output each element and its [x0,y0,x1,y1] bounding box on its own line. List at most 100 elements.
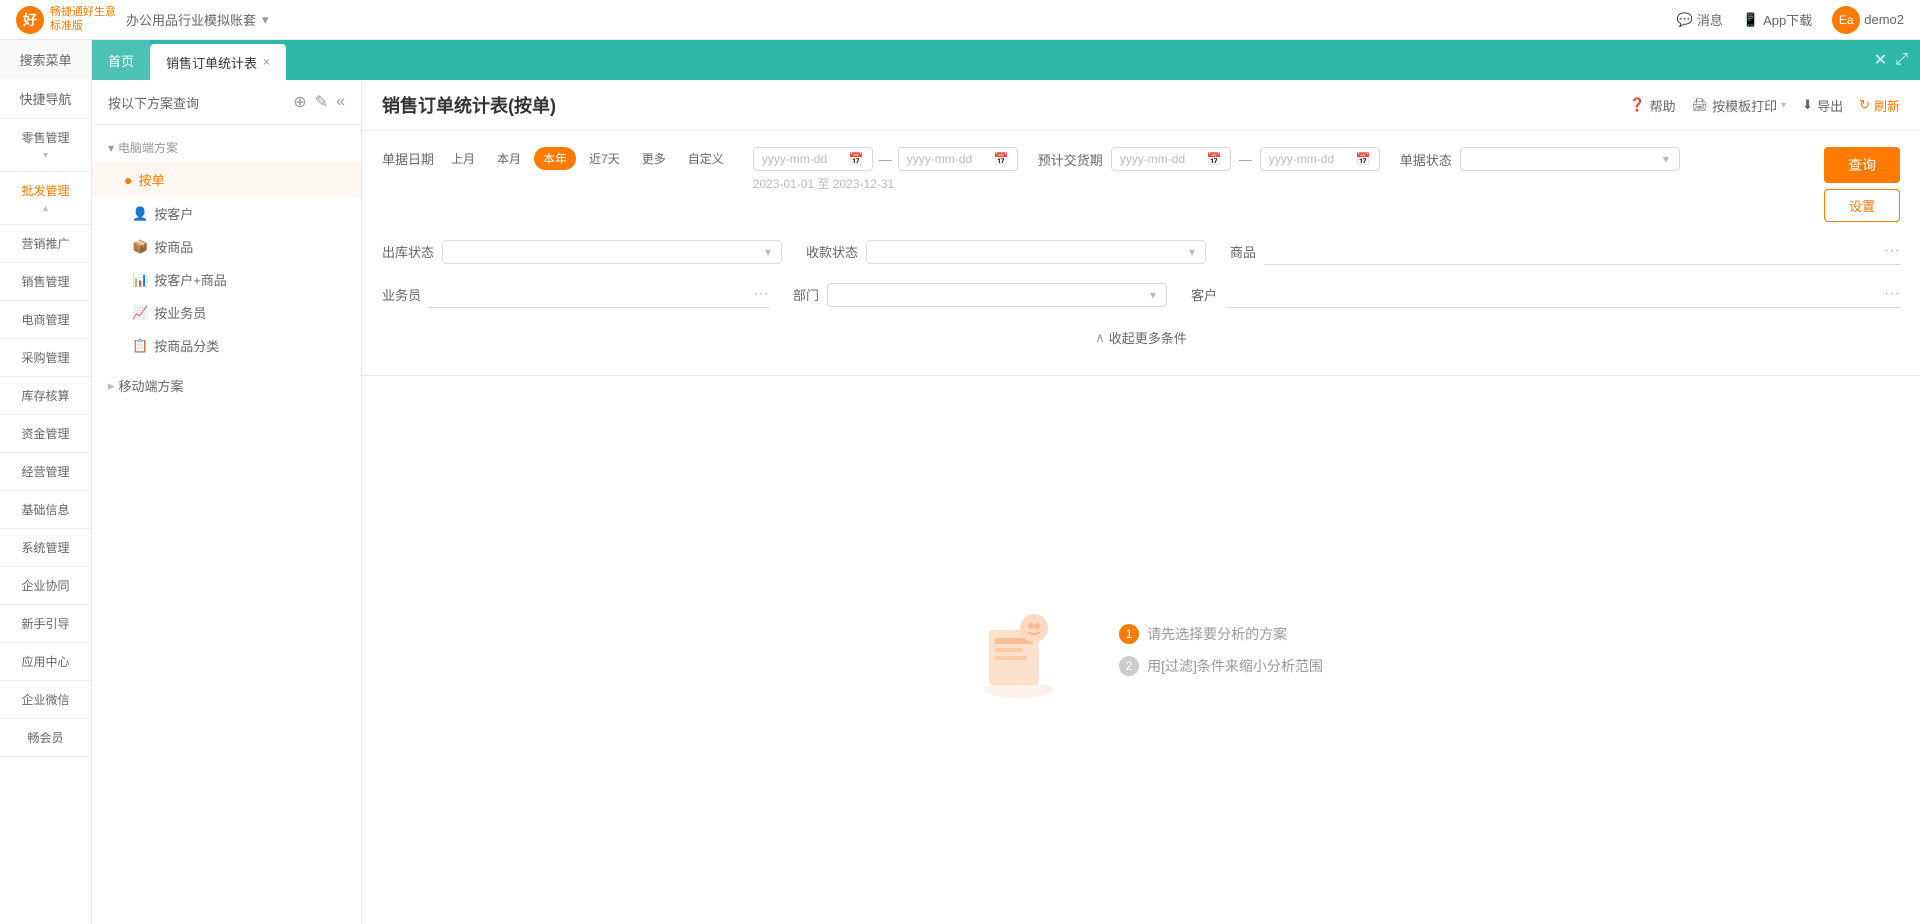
minimize-button[interactable]: ✕ [1874,50,1887,70]
collapse-button[interactable]: ∧ 收起更多条件 [382,316,1900,359]
payment-status-select[interactable]: ▾ [866,240,1206,264]
customer-ellipsis: ··· [1884,285,1900,303]
export-button[interactable]: ⬇ 导出 [1802,96,1843,115]
sidebar-item-ecommerce[interactable]: 电商管理 [0,301,91,339]
add-plan-button[interactable]: ⊕ [293,92,306,112]
tab-sales-stats[interactable]: 销售订单统计表 × [150,44,286,80]
plan-item-by-category[interactable]: 📋 按商品分类 [92,329,361,362]
sidebar-item-purchase[interactable]: 采购管理 [0,339,91,377]
sidebar-item-operations[interactable]: 经营管理 [0,453,91,491]
sidebar-item-newbie[interactable]: 新手引导 [0,605,91,643]
plan-item-by-customer-goods[interactable]: 📊 按客户+商品 [92,263,361,296]
sidebar-system-label: 系统管理 [21,539,69,556]
calendar3-icon: 📅 [1207,152,1222,166]
dept-select[interactable]: ▾ [827,283,1167,307]
date-shortcuts: 上月 本月 本年 近7天 更多 自定义 [442,147,733,170]
start-date-input[interactable]: yyyy-mm-dd 📅 [753,147,873,171]
tab-bar-actions: ✕ ⤢ [1874,50,1920,70]
sidebar-item-wechat[interactable]: 企业微信 [0,681,91,719]
sidebar-appstore-label: 应用中心 [21,653,69,670]
header-left: 好 畅捷通好生意 标准版 办公用品行业模拟账套 ▾ [16,6,269,34]
collapse-panel-button[interactable]: « [336,93,345,111]
message-button[interactable]: 💬 消息 [1677,10,1723,29]
sidebar-members-label: 畅会员 [27,729,63,746]
plan-item-by-order[interactable]: ● 按单 [92,162,361,197]
last-month-btn[interactable]: 上月 [442,147,484,170]
sidebar-item-wholesale[interactable]: 批发管理 ▴ [0,172,91,225]
settings-button[interactable]: 设置 [1824,189,1900,222]
sidebar-item-marketing[interactable]: 营销推广 [0,225,91,263]
quick-nav[interactable]: 快捷导航 [0,79,91,119]
salesman-select[interactable]: ··· [429,281,769,308]
maximize-button[interactable]: ⤢ [1895,51,1908,69]
content-area: 首页 销售订单统计表 × ✕ ⤢ 按以下方案查询 ⊕ ✎ « [92,40,1920,924]
out-status-select[interactable]: ▾ [442,240,782,264]
tab-close-button[interactable]: × [263,55,270,69]
sidebar-operations-label: 经营管理 [21,463,69,480]
print-template-button[interactable]: 🖨 按模板打印 ▾ [1692,96,1787,115]
sidebar-item-retail[interactable]: 零售管理 ▾ [0,119,91,172]
sidebar-newbie-label: 新手引导 [21,615,69,632]
tab-home[interactable]: 首页 [92,40,150,80]
logo-area: 好 畅捷通好生意 标准版 [16,6,116,34]
customer-icon: 👤 [132,206,148,222]
pc-section-title[interactable]: ▾ 电脑端方案 [92,133,361,162]
plan-item-by-goods[interactable]: 📦 按商品 [92,230,361,263]
mobile-section[interactable]: ▸ 移动端方案 [92,370,361,401]
sidebar-wechat-label: 企业微信 [21,691,69,708]
app-download-button[interactable]: 📱 App下载 [1743,10,1812,29]
more-btn[interactable]: 更多 [633,147,675,170]
help-button[interactable]: ❓ 帮助 [1629,96,1675,115]
expected-date-label: 预计交货期 [1038,150,1103,169]
search-menu[interactable]: 搜索菜单 [0,40,91,79]
customer-select[interactable]: ··· [1225,281,1900,308]
export-icon: ⬇ [1802,97,1813,113]
sidebar-wholesale-label: 批发管理 [21,182,69,199]
chevron-icon: ▾ [43,150,48,161]
left-panel-title: 按以下方案查询 [108,93,199,112]
this-month-btn[interactable]: 本月 [488,147,530,170]
user-profile[interactable]: Ea demo2 [1832,6,1904,34]
refresh-button[interactable]: ↻ 刷新 [1859,96,1900,115]
sidebar-basic-label: 基础信息 [21,501,69,518]
sidebar-item-inventory[interactable]: 库存核算 [0,377,91,415]
chevron-down-icon[interactable]: ▾ [262,12,269,28]
sidebar-item-enterprise[interactable]: 企业协同 [0,567,91,605]
custom-btn[interactable]: 自定义 [679,147,733,170]
sidebar-item-sales[interactable]: 销售管理 [0,263,91,301]
this-year-btn[interactable]: 本年 [534,147,576,170]
page-title: 销售订单统计表(按单) [382,92,556,118]
message-icon: 💬 [1677,12,1693,28]
sidebar-item-finance[interactable]: 资金管理 [0,415,91,453]
edit-plan-button[interactable]: ✎ [315,92,328,112]
logo-icon: 好 [16,6,44,34]
goods-select[interactable]: ··· [1264,238,1900,265]
expected-start-date-input[interactable]: yyyy-mm-dd 📅 [1111,147,1231,171]
empty-tips: 1 请先选择要分析的方案 2 用[过滤]条件来缩小分析范围 [1119,624,1323,676]
status-select[interactable]: ▾ [1460,147,1680,171]
sidebar-item-appstore[interactable]: 应用中心 [0,643,91,681]
plan-item-by-salesman[interactable]: 📈 按业务员 [92,296,361,329]
empty-state: 1 请先选择要分析的方案 2 用[过滤]条件来缩小分析范围 [362,376,1920,924]
plan-item-by-customer[interactable]: 👤 按客户 [92,197,361,230]
left-panel-actions: ⊕ ✎ « [293,92,345,112]
empty-illustration [959,590,1079,710]
plan-sub-item-label: 按业务员 [154,303,206,322]
breadcrumb: 办公用品行业模拟账套 ▾ [126,10,269,29]
top-header: 好 畅捷通好生意 标准版 办公用品行业模拟账套 ▾ 💬 消息 📱 App下载 E… [0,0,1920,40]
sidebar-item-system[interactable]: 系统管理 [0,529,91,567]
cg-icon: 📊 [132,272,148,288]
sidebar-item-basic[interactable]: 基础信息 [0,491,91,529]
page-header: 销售订单统计表(按单) ❓ 帮助 🖨 按模板打印 ▾ ⬇ [362,80,1920,131]
end-date-input[interactable]: yyyy-mm-dd 📅 [898,147,1018,171]
customer-label: 客户 [1191,285,1217,304]
date-label: 单据日期 [382,149,434,168]
tip-1: 1 请先选择要分析的方案 [1119,624,1323,644]
sidebar-item-members[interactable]: 畅会员 [0,719,91,757]
last7days-btn[interactable]: 近7天 [580,147,629,170]
calendar2-icon: 📅 [994,152,1009,166]
query-button[interactable]: 查询 [1824,147,1900,183]
refresh-icon: ↻ [1859,97,1870,113]
expected-end-date-input[interactable]: yyyy-mm-dd 📅 [1260,147,1380,171]
plan-section-pc: ▾ 电脑端方案 ● 按单 👤 按客户 📦 按商品 [92,125,361,370]
